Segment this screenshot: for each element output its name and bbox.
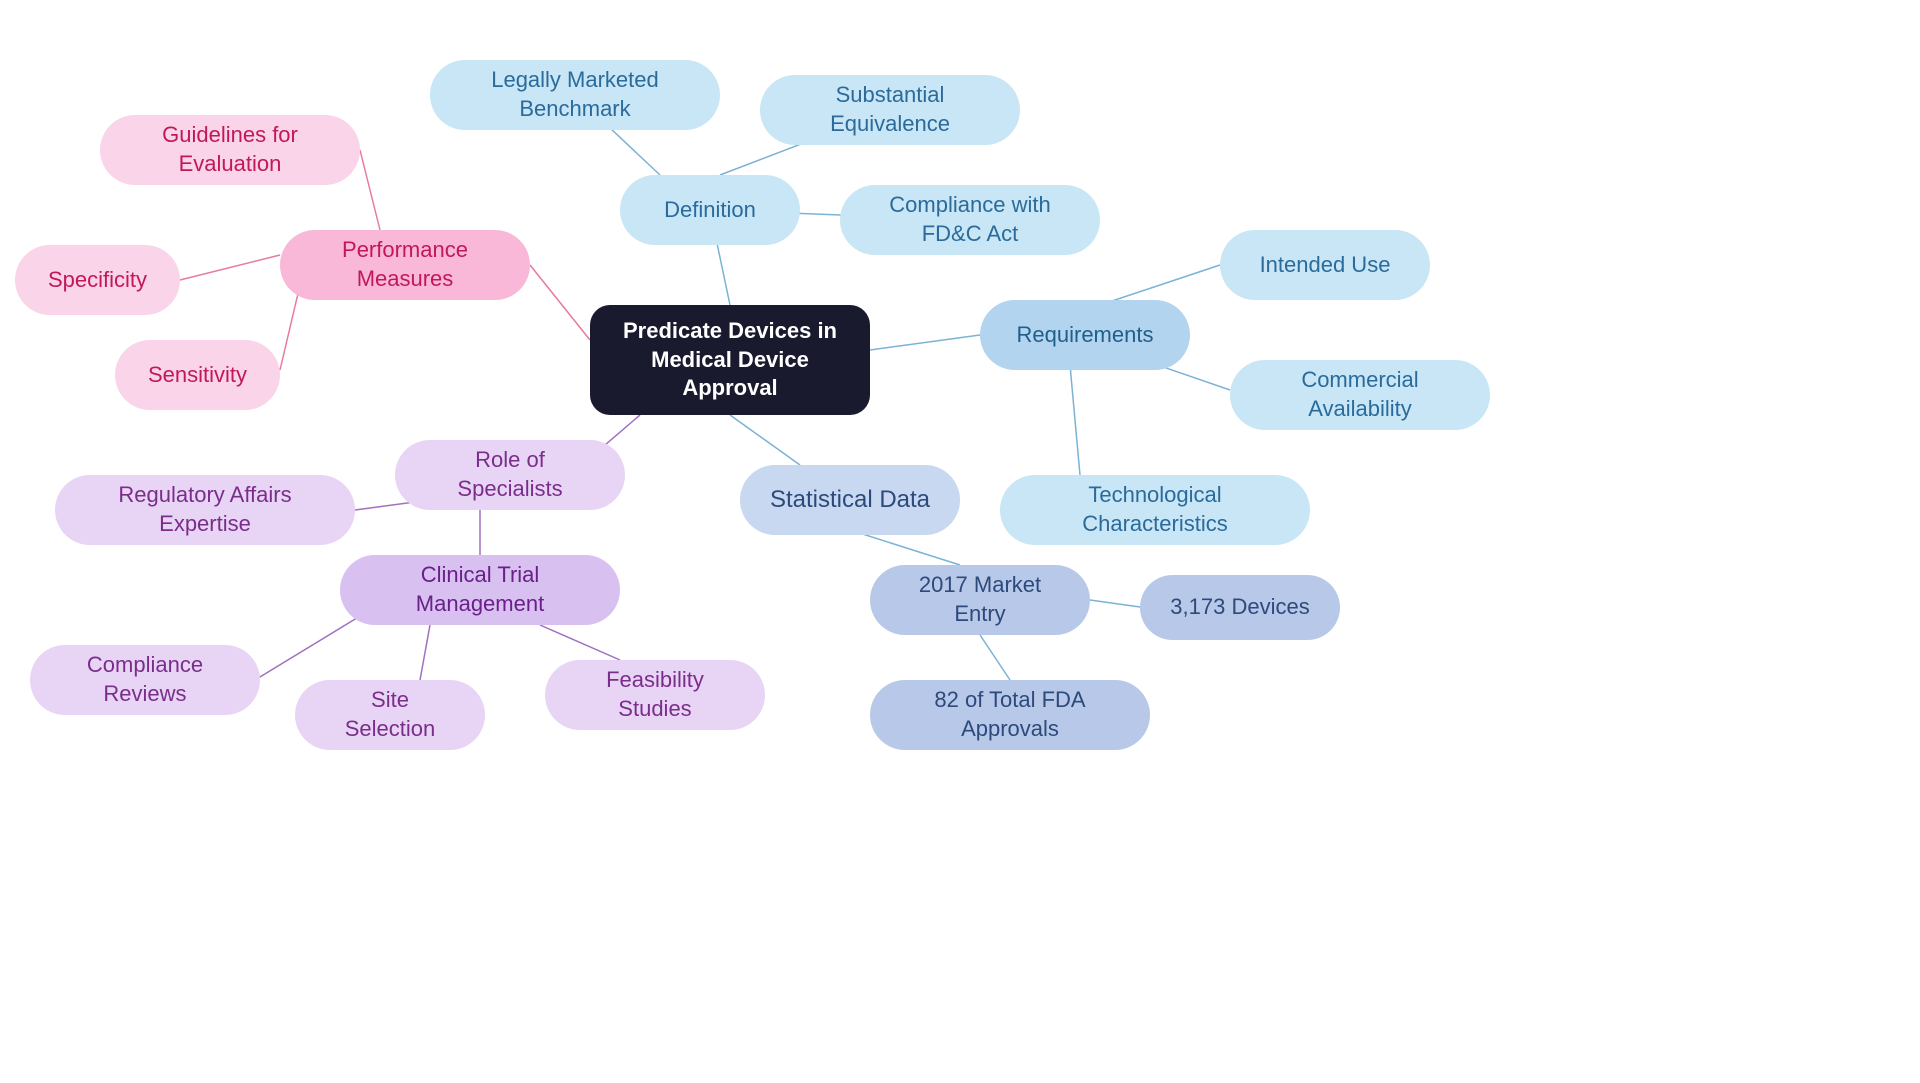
guidelines-eval-node: Guidelines for Evaluation xyxy=(100,115,360,185)
center-node: Predicate Devices in Medical Device Appr… xyxy=(590,305,870,415)
regulatory-affairs-node: Regulatory Affairs Expertise xyxy=(55,475,355,545)
role-specialists-node: Role of Specialists xyxy=(395,440,625,510)
devices-count-node: 3,173 Devices xyxy=(1140,575,1340,640)
feasibility-studies-node: Feasibility Studies xyxy=(545,660,765,730)
compliance-reviews-node: Compliance Reviews xyxy=(30,645,260,715)
specificity-node: Specificity xyxy=(15,245,180,315)
requirements-node: Requirements xyxy=(980,300,1190,370)
sensitivity-node: Sensitivity xyxy=(115,340,280,410)
clinical-trial-node: Clinical Trial Management xyxy=(340,555,620,625)
legally-marketed-node: Legally Marketed Benchmark xyxy=(430,60,720,130)
substantial-equivalence-node: Substantial Equivalence xyxy=(760,75,1020,145)
fda-approvals-node: 82 of Total FDA Approvals xyxy=(870,680,1150,750)
market-entry-node: 2017 Market Entry xyxy=(870,565,1090,635)
site-selection-node: Site Selection xyxy=(295,680,485,750)
performance-measures-node: Performance Measures xyxy=(280,230,530,300)
definition-node: Definition xyxy=(620,175,800,245)
commercial-availability-node: Commercial Availability xyxy=(1230,360,1490,430)
compliance-fdc-node: Compliance with FD&C Act xyxy=(840,185,1100,255)
statistical-data-node: Statistical Data xyxy=(740,465,960,535)
technological-char-node: Technological Characteristics xyxy=(1000,475,1310,545)
intended-use-node: Intended Use xyxy=(1220,230,1430,300)
